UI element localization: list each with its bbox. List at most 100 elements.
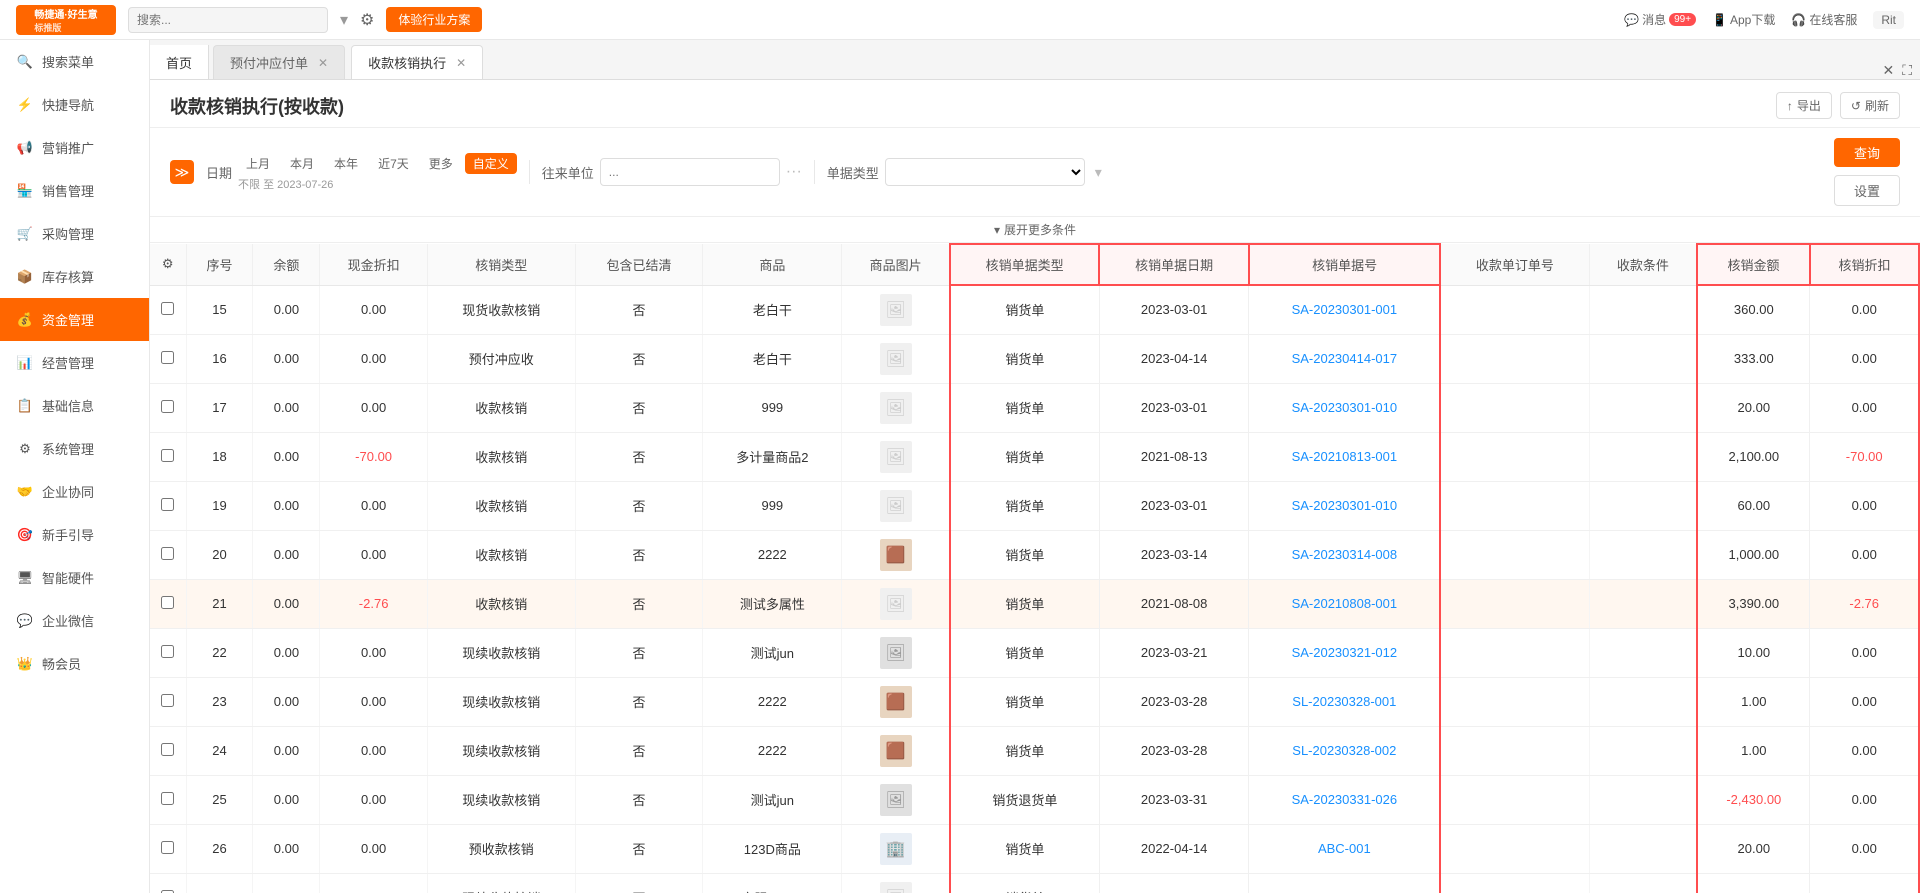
cell-verify-bill-type: 销货单 — [950, 432, 1099, 481]
cell-checkbox[interactable] — [150, 481, 186, 530]
cell-checkbox[interactable] — [150, 824, 186, 873]
cell-checkbox[interactable] — [150, 628, 186, 677]
filter-settings-btn[interactable]: 设置 — [1834, 175, 1900, 206]
bill-no-link[interactable]: SL-20230328-001 — [1292, 694, 1396, 709]
sidebar-item-营销推广[interactable]: 📢营销推广 — [0, 126, 149, 169]
cell-checkbox[interactable] — [150, 726, 186, 775]
close-all-tabs-btn[interactable]: ✕ — [1882, 62, 1894, 79]
bill-no-link[interactable]: SA-20210813-001 — [1292, 449, 1398, 464]
sidebar-item-畅会员[interactable]: 👑畅会员 — [0, 642, 149, 685]
row-checkbox[interactable] — [161, 351, 174, 364]
tab-close-icon[interactable]: ✕ — [318, 56, 328, 70]
sidebar-item-基础信息[interactable]: 📋基础信息 — [0, 384, 149, 427]
company-clear-icon[interactable]: ··· — [786, 163, 802, 181]
query-btn[interactable]: 查询 — [1834, 138, 1900, 167]
date-btn-more[interactable]: 更多 — [421, 153, 461, 174]
row-checkbox[interactable] — [161, 547, 174, 560]
cell-checkbox[interactable] — [150, 530, 186, 579]
bill-no-link[interactable]: SA-20230301-001 — [1292, 302, 1398, 317]
export-btn[interactable]: ↑ 导出 — [1776, 92, 1832, 119]
cell-product: 2222 — [703, 677, 842, 726]
chevron-down-icon[interactable]: ▾ — [340, 10, 348, 30]
bill-no-link[interactable]: SA-20230314-008 — [1292, 547, 1398, 562]
row-checkbox[interactable] — [161, 890, 174, 893]
date-btn-last-7days[interactable]: 近7天 — [370, 153, 417, 174]
maximize-btn[interactable]: ⛶ — [1902, 62, 1912, 79]
sidebar-item-企业协同[interactable]: 🤝企业协同 — [0, 470, 149, 513]
filter-expand-btn[interactable]: ≫ — [170, 160, 194, 184]
row-checkbox[interactable] — [161, 449, 174, 462]
settings-icon[interactable]: ⚙ — [360, 10, 374, 30]
message-icon-btn[interactable]: 💬 消息 99+ — [1624, 11, 1696, 28]
sidebar-item-智能硬件[interactable]: 🖥智能硬件 — [0, 556, 149, 599]
tab-收款核销执行[interactable]: 收款核销执行✕ — [351, 45, 483, 79]
expand-more-btn[interactable]: ▾ 展开更多条件 — [994, 221, 1076, 238]
row-checkbox[interactable] — [161, 743, 174, 756]
industry-btn[interactable]: 体验行业方案 — [386, 7, 482, 32]
cell-checkbox[interactable] — [150, 775, 186, 824]
sidebar-item-销售管理[interactable]: 🏪销售管理 — [0, 169, 149, 212]
cell-verify-bill-date: 2023-03-01 — [1099, 285, 1248, 334]
cell-checkbox[interactable] — [150, 383, 186, 432]
sidebar-item-新手引导[interactable]: 🎯新手引导 — [0, 513, 149, 556]
row-checkbox[interactable] — [161, 302, 174, 315]
sidebar-item-经营管理[interactable]: 📊经营管理 — [0, 341, 149, 384]
sidebar-item-系统管理[interactable]: ⚙系统管理 — [0, 427, 149, 470]
global-search-input[interactable] — [128, 7, 328, 33]
sidebar-item-库存核算[interactable]: 📦库存核算 — [0, 255, 149, 298]
sidebar-item-快捷导航[interactable]: ⚡快捷导航 — [0, 83, 149, 126]
cell-checkbox[interactable] — [150, 873, 186, 893]
tab-home[interactable]: 首页 — [150, 45, 209, 79]
cell-verify-bill-no: SA-20230301-010 — [1249, 383, 1441, 432]
cell-checkbox[interactable] — [150, 579, 186, 628]
company-filter-input[interactable] — [600, 158, 780, 186]
cell-checkbox[interactable] — [150, 285, 186, 334]
date-btn-this-year[interactable]: 本年 — [326, 153, 366, 174]
refresh-btn[interactable]: ↺ 刷新 — [1840, 92, 1900, 119]
col-settings[interactable]: ⚙ — [150, 244, 186, 285]
col-verify-bill-no: 核销单据号 — [1249, 244, 1441, 285]
row-checkbox[interactable] — [161, 400, 174, 413]
bill-no-link[interactable]: SA-20230301-010 — [1292, 498, 1398, 513]
bill-no-link[interactable]: SA-20210808-001 — [1292, 596, 1398, 611]
row-checkbox[interactable] — [161, 792, 174, 805]
type-filter-select[interactable] — [885, 158, 1085, 186]
bill-no-link[interactable]: SA-20230331-026 — [1292, 792, 1398, 807]
bill-no-link[interactable]: SA-20230414-017 — [1292, 351, 1398, 366]
tab-close-icon[interactable]: ✕ — [456, 56, 466, 70]
sidebar-item-企业微信[interactable]: 💬企业微信 — [0, 599, 149, 642]
row-checkbox[interactable] — [161, 841, 174, 854]
bill-no-link[interactable]: SA-20230321-012 — [1292, 645, 1398, 660]
online-service-btn[interactable]: 🎧 在线客服 — [1791, 11, 1857, 28]
sidebar-item-采购管理[interactable]: 🛒采购管理 — [0, 212, 149, 255]
cell-product-img: 🟫 — [842, 726, 950, 775]
user-avatar[interactable]: Rit — [1873, 11, 1904, 29]
bill-no-link[interactable]: SA-20230301-010 — [1292, 400, 1398, 415]
cell-verify-discount: 0.00 — [1810, 775, 1919, 824]
sidebar-item-搜索菜单[interactable]: 🔍搜索菜单 — [0, 40, 149, 83]
cell-receipt-condition — [1589, 481, 1697, 530]
bill-no-link[interactable]: ABC-001 — [1318, 841, 1371, 856]
cell-verify-type: 收款核销 — [427, 579, 575, 628]
date-btn-this-month[interactable]: 本月 — [282, 153, 322, 174]
bill-no-link[interactable]: SL-20230328-002 — [1292, 743, 1396, 758]
sidebar-icon: 🎯 — [16, 527, 34, 543]
app-download-btn[interactable]: 📱 App下载 — [1712, 11, 1775, 28]
cell-checkbox[interactable] — [150, 334, 186, 383]
row-checkbox[interactable] — [161, 596, 174, 609]
cell-verify-bill-no: SA-20210813-001 — [1249, 432, 1441, 481]
date-btn-custom[interactable]: 自定义 — [465, 153, 517, 174]
row-checkbox[interactable] — [161, 694, 174, 707]
cell-product: 测试jun — [703, 628, 842, 677]
date-btn-last-month[interactable]: 上月 — [238, 153, 278, 174]
row-checkbox[interactable] — [161, 498, 174, 511]
cell-checkbox[interactable] — [150, 677, 186, 726]
row-checkbox[interactable] — [161, 645, 174, 658]
sidebar-item-资金管理[interactable]: 💰资金管理 — [0, 298, 149, 341]
type-dropdown-icon[interactable]: ▾ — [1095, 164, 1102, 181]
cell-receipt-order-no — [1440, 628, 1589, 677]
tab-预付冲应付单[interactable]: 预付冲应付单✕ — [213, 45, 345, 79]
type-filter-label: 单据类型 — [827, 163, 879, 182]
cell-checkbox[interactable] — [150, 432, 186, 481]
table-container[interactable]: ⚙ 序号 余额 现金折扣 核销类型 包含已结清 商品 商品图片 核销单据类型 核… — [150, 243, 1920, 893]
